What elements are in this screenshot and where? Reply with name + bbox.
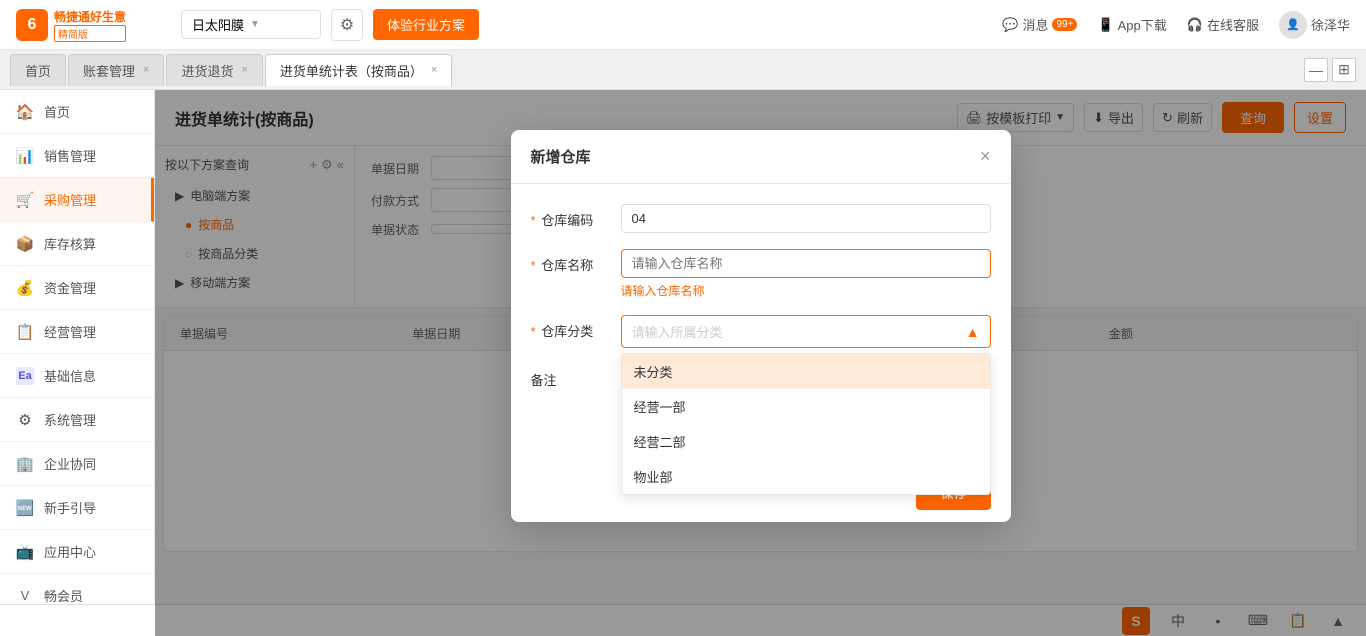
finance-icon: 💰 <box>16 279 34 297</box>
enterprise-icon: 🏢 <box>16 455 34 473</box>
avatar: 👤 <box>1279 11 1307 39</box>
online-service-button[interactable]: 🎧 在线客服 <box>1187 15 1259 34</box>
sidebar-item-basic-info[interactable]: Ea 基础信息 <box>0 354 154 398</box>
form-row-code: * 仓库编码 <box>531 204 991 233</box>
sidebar-item-operations[interactable]: 📋 经营管理 <box>0 310 154 354</box>
modal-close-button[interactable]: × <box>980 146 991 167</box>
sidebar: 🏠 首页 📊 销售管理 🛒 采购管理 📦 库存核算 💰 资金管理 📋 经营管理 … <box>0 90 155 636</box>
top-right-area: 💬 消息 99+ 📱 App下载 🎧 在线客服 👤 徐泽华 <box>1002 11 1350 39</box>
inventory-icon: 📦 <box>16 235 34 253</box>
tab-purchase-stats[interactable]: 进货单统计表（按商品） × <box>265 54 452 86</box>
sidebar-item-app-center[interactable]: 📺 应用中心 <box>0 530 154 574</box>
category-control: 请输入所属分类 ▲ 未分类 经营一部 经营二部 物业部 <box>621 315 991 348</box>
sidebar-item-sales[interactable]: 📊 销售管理 <box>0 134 154 178</box>
sidebar-item-inventory[interactable]: 📦 库存核算 <box>0 222 154 266</box>
modal-title: 新增仓库 <box>531 146 591 167</box>
close-icon[interactable]: × <box>241 64 247 76</box>
settings-icon[interactable]: ⚙ <box>331 9 363 41</box>
tab-account[interactable]: 账套管理 × <box>68 54 164 86</box>
form-row-name: * 仓库名称 请输入仓库名称 <box>531 249 991 299</box>
sidebar-item-purchase[interactable]: 🛒 采购管理 <box>0 178 154 222</box>
membership-icon: V <box>16 587 34 605</box>
dropdown-item-dept2[interactable]: 经营二部 <box>622 424 990 459</box>
note-label: 备注 <box>531 364 621 389</box>
dropdown-item-dept3[interactable]: 物业部 <box>622 459 990 494</box>
main-layout: 🏠 首页 📊 销售管理 🛒 采购管理 📦 库存核算 💰 资金管理 📋 经营管理 … <box>0 90 1366 636</box>
phone-icon: 📱 <box>1097 17 1113 33</box>
logo-area: 6 畅捷通好生意 精简版 <box>16 8 171 42</box>
modal-overlay: 新增仓库 × * 仓库编码 <box>155 90 1366 636</box>
form-row-category: * 仓库分类 请输入所属分类 ▲ 未分类 经营一部 经营二部 <box>531 315 991 348</box>
sidebar-item-enterprise[interactable]: 🏢 企业协同 <box>0 442 154 486</box>
tab-right-buttons: — ⊞ <box>1304 58 1356 82</box>
sidebar-item-home[interactable]: 🏠 首页 <box>0 90 154 134</box>
purchase-icon: 🛒 <box>16 191 34 209</box>
modal-new-warehouse: 新增仓库 × * 仓库编码 <box>511 130 1011 522</box>
modal-body: * 仓库编码 * 仓库名称 <box>511 184 1011 463</box>
trial-button[interactable]: 体验行业方案 <box>373 9 479 40</box>
sidebar-item-finance[interactable]: 💰 资金管理 <box>0 266 154 310</box>
store-selector[interactable]: 日太阳膜 ▼ <box>181 10 321 39</box>
app-logo: 6 <box>16 9 48 41</box>
close-icon[interactable]: × <box>431 64 437 76</box>
category-dropdown-list: 未分类 经营一部 经营二部 物业部 <box>621 353 991 495</box>
user-profile[interactable]: 👤 徐泽华 <box>1279 11 1350 39</box>
ea-icon: Ea <box>16 367 34 385</box>
app-download-button[interactable]: 📱 App下载 <box>1097 15 1166 34</box>
dropdown-item-uncategorized[interactable]: 未分类 <box>622 354 990 389</box>
code-label: * 仓库编码 <box>531 204 621 229</box>
close-icon[interactable]: × <box>143 64 149 76</box>
content-area: 进货单统计(按商品) 🖨 按模板打印 ▼ ⬇ 导出 ↻ 刷新 查询 设置 <box>155 90 1366 636</box>
name-input[interactable] <box>621 249 991 278</box>
category-dropdown[interactable]: 请输入所属分类 ▲ <box>621 315 991 348</box>
sales-icon: 📊 <box>16 147 34 165</box>
guide-icon: 🆕 <box>16 499 34 517</box>
name-label: * 仓库名称 <box>531 249 621 274</box>
headset-icon: 🎧 <box>1187 17 1203 33</box>
sidebar-item-system[interactable]: ⚙ 系统管理 <box>0 398 154 442</box>
name-error-message: 请输入仓库名称 <box>621 282 991 299</box>
app-center-icon: 📺 <box>16 543 34 561</box>
name-control: 请输入仓库名称 <box>621 249 991 299</box>
sidebar-item-guide[interactable]: 🆕 新手引导 <box>0 486 154 530</box>
message-icon: 💬 <box>1002 17 1018 33</box>
tab-grid-button[interactable]: ⊞ <box>1332 58 1356 82</box>
store-name: 日太阳膜 <box>192 15 244 34</box>
top-bar: 6 畅捷通好生意 精简版 日太阳膜 ▼ ⚙ 体验行业方案 💬 消息 99+ 📱 … <box>0 0 1366 50</box>
tab-purchase-return[interactable]: 进货退货 × <box>166 54 262 86</box>
chevron-down-icon: ▼ <box>250 19 260 30</box>
category-label: * 仓库分类 <box>531 315 621 340</box>
operations-icon: 📋 <box>16 323 34 341</box>
message-badge: 99+ <box>1052 18 1077 31</box>
tab-bar: 首页 账套管理 × 进货退货 × 进货单统计表（按商品） × — ⊞ <box>0 50 1366 90</box>
dropdown-item-dept1[interactable]: 经营一部 <box>622 389 990 424</box>
dropdown-arrow-icon: ▲ <box>966 324 980 340</box>
logo-text: 畅捷通好生意 精简版 <box>54 8 126 42</box>
system-icon: ⚙ <box>16 411 34 429</box>
home-icon: 🏠 <box>16 103 34 121</box>
code-input[interactable] <box>621 204 991 233</box>
message-button[interactable]: 💬 消息 99+ <box>1002 15 1077 34</box>
tab-minimize-button[interactable]: — <box>1304 58 1328 82</box>
code-control <box>621 204 991 233</box>
modal-header: 新增仓库 × <box>511 130 1011 184</box>
tab-home[interactable]: 首页 <box>10 54 66 86</box>
